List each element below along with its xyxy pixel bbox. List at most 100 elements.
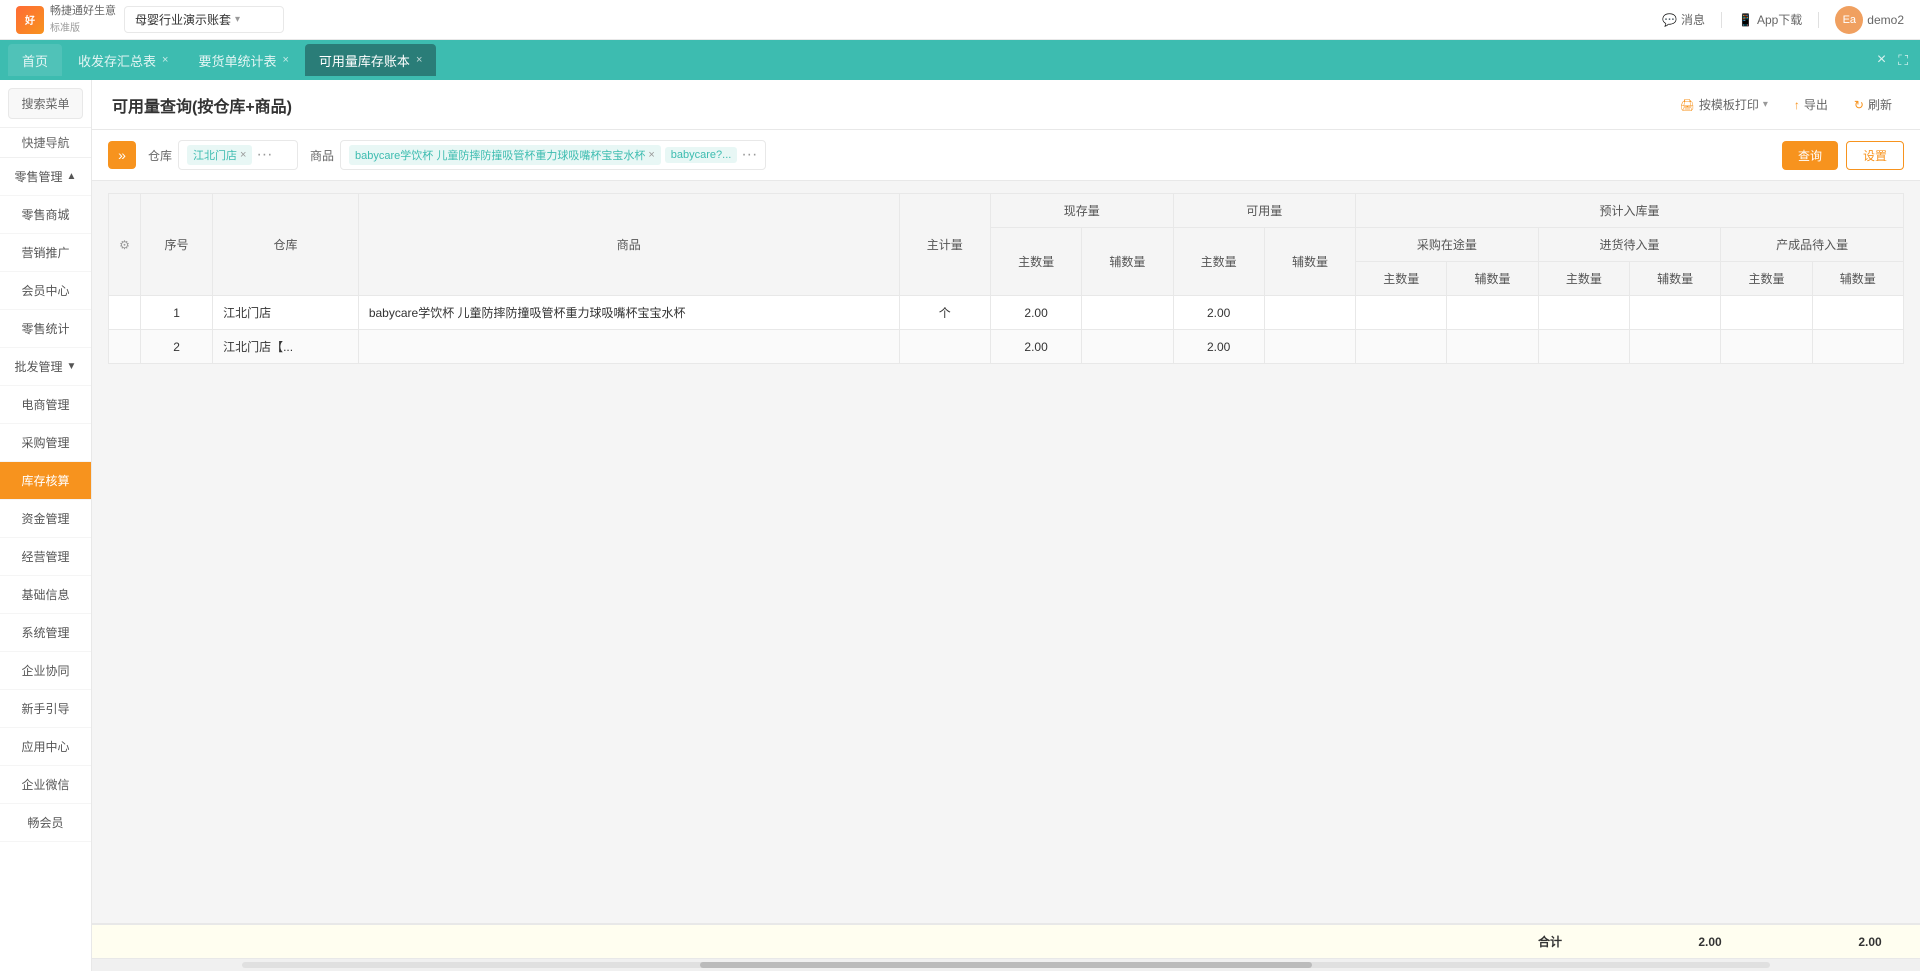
product-more-icon[interactable]: ··· bbox=[741, 146, 757, 164]
th-settings: ⚙ bbox=[109, 194, 141, 296]
quick-nav-button[interactable]: 快捷导航 bbox=[0, 128, 91, 158]
sidebar-item-retail-mgmt[interactable]: 零售管理 ▲ bbox=[0, 158, 91, 196]
cell-stock-main-2: 2.00 bbox=[990, 330, 1081, 364]
sidebar-item-guide[interactable]: 新手引导 bbox=[0, 690, 91, 728]
remove-warehouse-tag[interactable]: × bbox=[240, 149, 246, 161]
query-button[interactable]: 查询 bbox=[1782, 141, 1838, 170]
sidebar-item-retail-mall[interactable]: 零售商城 bbox=[0, 196, 91, 234]
chevron-down-icon: ▾ bbox=[235, 14, 240, 25]
tab-home[interactable]: 首页 bbox=[8, 44, 62, 76]
user-menu[interactable]: Ea demo2 bbox=[1835, 6, 1904, 34]
refresh-icon: ↻ bbox=[1854, 98, 1864, 112]
print-icon: 🖨 bbox=[1680, 98, 1695, 112]
th-unit: 主计量 bbox=[899, 194, 990, 296]
sidebar-item-ecommerce[interactable]: 电商管理 bbox=[0, 386, 91, 424]
cell-settings bbox=[109, 296, 141, 330]
tab-order-stats[interactable]: 要货单统计表 × bbox=[184, 44, 302, 76]
cell-warehouse-1: 江北门店 bbox=[213, 296, 359, 330]
warehouse-label: 仓库 bbox=[148, 147, 172, 164]
warehouse-input[interactable]: 江北门店 × ··· bbox=[178, 140, 298, 170]
cell-stock-sub-1 bbox=[1082, 296, 1173, 330]
tab-available-ledger[interactable]: 可用量库存账本 × bbox=[305, 44, 436, 76]
search-menu-button[interactable]: 搜索菜单 bbox=[8, 88, 83, 119]
cell-product-1: babycare学饮杯 儿童防摔防撞吸管杯重力球吸嘴杯宝宝水杯 bbox=[358, 296, 899, 330]
page-header: 可用量查询(按仓库+商品) 🖨 按模板打印 ▾ ↑ 导出 ↻ 刷新 bbox=[92, 80, 1920, 130]
sidebar-item-marketing[interactable]: 营销推广 bbox=[0, 234, 91, 272]
nav-tabs: 首页 收发存汇总表 × 要货单统计表 × 可用量库存账本 × × ⛶ bbox=[0, 40, 1920, 80]
header-actions: 🖨 按模板打印 ▾ ↑ 导出 ↻ 刷新 bbox=[1672, 92, 1900, 117]
cell-production-main-2 bbox=[1721, 330, 1812, 364]
th-production-sub: 辅数量 bbox=[1812, 262, 1903, 296]
cell-stock-sub-2 bbox=[1082, 330, 1173, 364]
cell-inbound-main-1 bbox=[1538, 296, 1629, 330]
settings-button[interactable]: 设置 bbox=[1846, 141, 1904, 170]
th-stock-main: 主数量 bbox=[990, 228, 1081, 296]
th-production-main: 主数量 bbox=[1721, 262, 1812, 296]
top-bar-right: 💬 消息 📱 App下载 Ea demo2 bbox=[1662, 6, 1904, 34]
sidebar-item-wholesale-mgmt[interactable]: 批发管理 ▼ bbox=[0, 348, 91, 386]
close-tab-receive[interactable]: × bbox=[162, 54, 168, 66]
sidebar-item-system[interactable]: 系统管理 bbox=[0, 614, 91, 652]
cell-settings-2 bbox=[109, 330, 141, 364]
sidebar-item-enterprise[interactable]: 企业协同 bbox=[0, 652, 91, 690]
cell-inbound-sub-2 bbox=[1630, 330, 1721, 364]
product-tag2: babycare?... bbox=[665, 147, 738, 163]
product-input[interactable]: babycare学饮杯 儿童防摔防撞吸管杯重力球吸嘴杯宝宝水杯 × babyca… bbox=[340, 140, 766, 170]
sidebar-item-purchase[interactable]: 采购管理 bbox=[0, 424, 91, 462]
th-purchase-main: 主数量 bbox=[1356, 262, 1447, 296]
sidebar-item-app-center[interactable]: 应用中心 bbox=[0, 728, 91, 766]
th-inbound-sub: 辅数量 bbox=[1630, 262, 1721, 296]
message-button[interactable]: 💬 消息 bbox=[1662, 11, 1705, 28]
sidebar-item-inventory[interactable]: 库存核算 bbox=[0, 462, 91, 500]
filter-expand-button[interactable]: » bbox=[108, 141, 136, 169]
divider bbox=[1721, 12, 1722, 28]
logo-icon: 好 bbox=[16, 6, 44, 34]
product-filter-group: 商品 babycare学饮杯 儿童防摔防撞吸管杯重力球吸嘴杯宝宝水杯 × bab… bbox=[310, 140, 766, 170]
cell-production-sub-2 bbox=[1812, 330, 1903, 364]
sidebar-item-retail-stats[interactable]: 零售统计 bbox=[0, 310, 91, 348]
app-download-button[interactable]: 📱 App下载 bbox=[1738, 11, 1802, 28]
logo-text: 畅捷通好生意 标准版 bbox=[50, 5, 116, 33]
sidebar-item-finance[interactable]: 资金管理 bbox=[0, 500, 91, 538]
tab-receive-summary[interactable]: 收发存汇总表 × bbox=[64, 44, 182, 76]
gear-icon[interactable]: ⚙ bbox=[119, 238, 130, 252]
sidebar-item-vip[interactable]: 畅会员 bbox=[0, 804, 91, 842]
cell-unit-2 bbox=[899, 330, 990, 364]
th-stock-group: 现存量 bbox=[990, 194, 1173, 228]
footer-label: 合计 bbox=[1510, 933, 1590, 950]
warehouse-tag: 江北门店 × bbox=[187, 145, 252, 165]
scroll-track bbox=[242, 962, 1770, 968]
cell-stock-main-1: 2.00 bbox=[990, 296, 1081, 330]
download-icon: 📱 bbox=[1738, 13, 1753, 27]
th-available-group: 可用量 bbox=[1173, 194, 1356, 228]
sidebar-item-wechat-work[interactable]: 企业微信 bbox=[0, 766, 91, 804]
sidebar-item-operations[interactable]: 经营管理 bbox=[0, 538, 91, 576]
sidebar-item-member-center[interactable]: 会员中心 bbox=[0, 272, 91, 310]
scroll-thumb[interactable] bbox=[700, 962, 1311, 968]
expand-icon[interactable]: ⛶ bbox=[1894, 52, 1912, 69]
export-button[interactable]: ↑ 导出 bbox=[1786, 92, 1836, 117]
table-row: 2 江北门店【... 2.00 2.00 bbox=[109, 330, 1904, 364]
footer-available-main: 2.00 bbox=[1830, 935, 1910, 949]
th-purchase-in-group: 采购在途量 bbox=[1356, 228, 1539, 262]
close-tab-available[interactable]: × bbox=[416, 54, 422, 66]
product-tag1: babycare学饮杯 儿童防摔防撞吸管杯重力球吸嘴杯宝宝水杯 × bbox=[349, 145, 661, 165]
th-inbound-group: 进货待入量 bbox=[1538, 228, 1721, 262]
message-icon: 💬 bbox=[1662, 13, 1677, 27]
main-layout: 搜索菜单 快捷导航 零售管理 ▲ 零售商城 营销推广 会员中心 零售统计 批发管… bbox=[0, 80, 1920, 971]
sidebar-item-basic-info[interactable]: 基础信息 bbox=[0, 576, 91, 614]
close-tab-order[interactable]: × bbox=[282, 54, 288, 66]
top-bar-left: 好 畅捷通好生意 标准版 母婴行业演示账套 ▾ bbox=[16, 5, 284, 33]
logo-area: 好 畅捷通好生意 标准版 bbox=[16, 5, 116, 33]
remove-product-tag1[interactable]: × bbox=[648, 149, 654, 161]
cell-available-main-2: 2.00 bbox=[1173, 330, 1264, 364]
org-selector[interactable]: 母婴行业演示账套 ▾ bbox=[124, 6, 284, 33]
close-all-tabs[interactable]: × bbox=[1869, 51, 1894, 69]
refresh-button[interactable]: ↻ 刷新 bbox=[1846, 92, 1900, 117]
divider2 bbox=[1818, 12, 1819, 28]
scroll-bar-area bbox=[92, 959, 1920, 971]
template-print-button[interactable]: 🖨 按模板打印 ▾ bbox=[1672, 92, 1776, 117]
warehouse-more-icon[interactable]: ··· bbox=[256, 146, 272, 164]
cell-purchase-main-2 bbox=[1356, 330, 1447, 364]
cell-product-2 bbox=[358, 330, 899, 364]
